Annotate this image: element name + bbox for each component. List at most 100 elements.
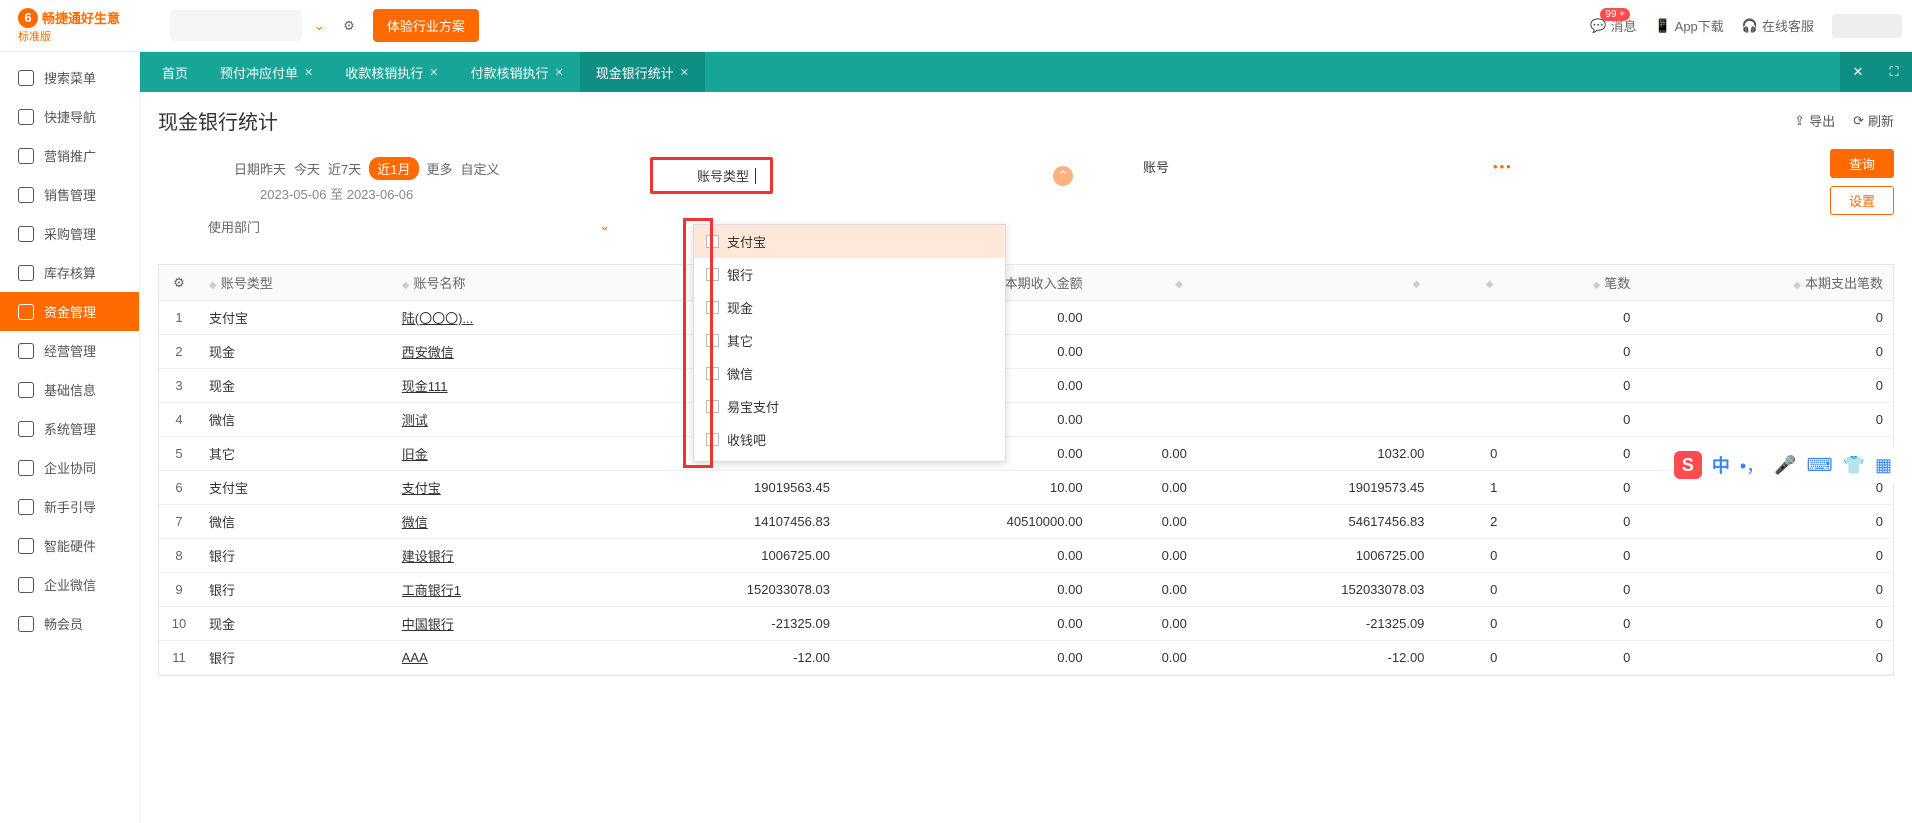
avatar[interactable]: [1832, 14, 1902, 38]
sidebar-item-1[interactable]: 快捷导航: [0, 97, 139, 136]
ime-skin-icon[interactable]: 👕: [1843, 455, 1865, 476]
date-opt-1[interactable]: 今天: [294, 159, 320, 178]
col-header-8[interactable]: ◆本期支出笔数: [1640, 265, 1893, 301]
account-link[interactable]: 中国银行: [402, 617, 454, 632]
sort-icon[interactable]: ◆: [1593, 280, 1601, 291]
sidebar-item-4[interactable]: 采购管理: [0, 214, 139, 253]
dropdown-option-3[interactable]: 其它: [694, 324, 1005, 357]
tab-close-x-icon[interactable]: ✕: [680, 66, 689, 79]
account-link[interactable]: 现金111: [402, 379, 448, 394]
account-link[interactable]: 支付宝: [402, 481, 441, 496]
sidebar-item-12[interactable]: 智能硬件: [0, 526, 139, 565]
tab-1[interactable]: 预付冲应付单✕: [204, 52, 329, 92]
account-type-input[interactable]: [755, 168, 756, 184]
account-link[interactable]: 建设银行: [402, 549, 454, 564]
account-link[interactable]: 工商银行1: [402, 583, 461, 598]
tenant-caret-icon[interactable]: ⌄: [314, 18, 325, 34]
checkbox-icon[interactable]: [706, 334, 719, 347]
dropdown-option-1[interactable]: 银行: [694, 258, 1005, 291]
ime-keyboard-icon[interactable]: ⌨: [1807, 455, 1833, 476]
sidebar-item-13[interactable]: 企业微信: [0, 565, 139, 604]
sort-icon[interactable]: ◆: [209, 280, 217, 291]
tab-close-icon[interactable]: ✕: [1840, 52, 1876, 92]
account-link[interactable]: 测试: [402, 413, 428, 428]
account-link[interactable]: 微信: [402, 515, 428, 530]
dropdown-option-7[interactable]: 长沙银行: [694, 456, 1005, 461]
industry-button[interactable]: 体验行业方案: [373, 9, 479, 42]
tab-close-x-icon[interactable]: ✕: [555, 66, 564, 79]
dropdown-option-2[interactable]: 现金: [694, 291, 1005, 324]
dropdown-option-6[interactable]: 收钱吧: [694, 423, 1005, 456]
sidebar-item-8[interactable]: 基础信息: [0, 370, 139, 409]
app-download-button[interactable]: 📱 App下载: [1654, 16, 1723, 35]
account-type-filter[interactable]: 账号类型: [650, 157, 773, 194]
dept-dropdown-icon[interactable]: ⌄: [599, 218, 610, 234]
col-header-4[interactable]: ◆: [1093, 265, 1197, 301]
col-header-5[interactable]: ◆: [1197, 265, 1435, 301]
sidebar-item-14[interactable]: 畅会员: [0, 604, 139, 643]
sort-icon[interactable]: ◆: [1793, 280, 1801, 291]
ime-menu-icon[interactable]: ▦: [1875, 455, 1892, 476]
sidebar-item-6[interactable]: 资金管理: [0, 292, 139, 331]
sort-icon[interactable]: ◆: [1175, 279, 1183, 290]
date-opt-5[interactable]: 自定义: [461, 159, 500, 178]
refresh-button[interactable]: ⟳刷新: [1853, 111, 1894, 130]
account-link[interactable]: 旧金: [402, 447, 428, 462]
checkbox-icon[interactable]: [706, 301, 719, 314]
dropdown-option-0[interactable]: 支付宝: [694, 225, 1005, 258]
checkbox-icon[interactable]: [706, 235, 719, 248]
account-link[interactable]: 西安微信: [402, 345, 454, 360]
ime-lang[interactable]: 中: [1712, 452, 1730, 478]
date-opt-2[interactable]: 近7天: [328, 159, 361, 178]
account-type-dropdown[interactable]: 支付宝银行现金其它微信易宝支付收钱吧长沙银行: [693, 224, 1006, 462]
export-button[interactable]: ⇪导出: [1794, 111, 1835, 130]
sidebar-item-2[interactable]: 营销推广: [0, 136, 139, 175]
col-header-0[interactable]: ◆账号类型: [199, 265, 392, 301]
collapse-toggle-icon[interactable]: ⌃: [1053, 166, 1073, 186]
filter-settings-button[interactable]: 设置: [1830, 186, 1894, 215]
ime-logo-icon[interactable]: S: [1674, 451, 1702, 479]
tab-4[interactable]: 现金银行统计✕: [580, 52, 705, 92]
col-header-7[interactable]: ◆笔数: [1507, 265, 1640, 301]
settings-gear-icon[interactable]: ⚙: [337, 14, 361, 38]
tab-2[interactable]: 收款核销执行✕: [329, 52, 454, 92]
query-button[interactable]: 查询: [1830, 149, 1894, 178]
col-header-1[interactable]: ◆账号名称: [392, 265, 603, 301]
tab-0[interactable]: 首页: [146, 52, 204, 92]
dropdown-option-4[interactable]: 微信: [694, 357, 1005, 390]
checkbox-icon[interactable]: [706, 268, 719, 281]
sort-icon[interactable]: ◆: [1486, 279, 1494, 290]
date-opt-0[interactable]: 昨天: [260, 159, 286, 178]
col-settings[interactable]: ⚙: [159, 265, 199, 301]
account-more-icon[interactable]: •••: [1493, 159, 1513, 174]
checkbox-icon[interactable]: [706, 400, 719, 413]
sort-icon[interactable]: ◆: [402, 280, 410, 291]
sidebar-item-3[interactable]: 销售管理: [0, 175, 139, 214]
date-opt-4[interactable]: 更多: [427, 159, 453, 178]
messages-button[interactable]: 💬 消息 99 +: [1590, 16, 1636, 35]
ime-mic-icon[interactable]: 🎤: [1774, 455, 1796, 476]
sidebar-item-0[interactable]: 搜索菜单: [0, 58, 139, 97]
sidebar-item-10[interactable]: 企业协同: [0, 448, 139, 487]
date-range-text: 2023-05-06 至 2023-06-06: [260, 184, 500, 203]
sidebar-item-5[interactable]: 库存核算: [0, 253, 139, 292]
support-button[interactable]: 🎧 在线客服: [1742, 16, 1814, 35]
date-opt-3[interactable]: 近1月: [369, 157, 418, 180]
sort-icon[interactable]: ◆: [1413, 279, 1421, 290]
tenant-select[interactable]: [170, 10, 302, 41]
col-header-6[interactable]: ◆: [1434, 265, 1507, 301]
sidebar-item-11[interactable]: 新手引导: [0, 487, 139, 526]
tab-3[interactable]: 付款核销执行✕: [454, 52, 579, 92]
account-link[interactable]: 陆(〇〇〇)...: [402, 311, 474, 326]
sidebar-item-7[interactable]: 经营管理: [0, 331, 139, 370]
ime-punct-icon[interactable]: •，: [1740, 452, 1764, 478]
checkbox-icon[interactable]: [706, 433, 719, 446]
sidebar-icon: [18, 421, 34, 437]
dropdown-option-5[interactable]: 易宝支付: [694, 390, 1005, 423]
tab-close-x-icon[interactable]: ✕: [429, 66, 438, 79]
account-link[interactable]: AAA: [402, 650, 428, 665]
tab-expand-icon[interactable]: ⛶: [1876, 52, 1912, 92]
tab-close-x-icon[interactable]: ✕: [304, 66, 313, 79]
checkbox-icon[interactable]: [706, 367, 719, 380]
sidebar-item-9[interactable]: 系统管理: [0, 409, 139, 448]
